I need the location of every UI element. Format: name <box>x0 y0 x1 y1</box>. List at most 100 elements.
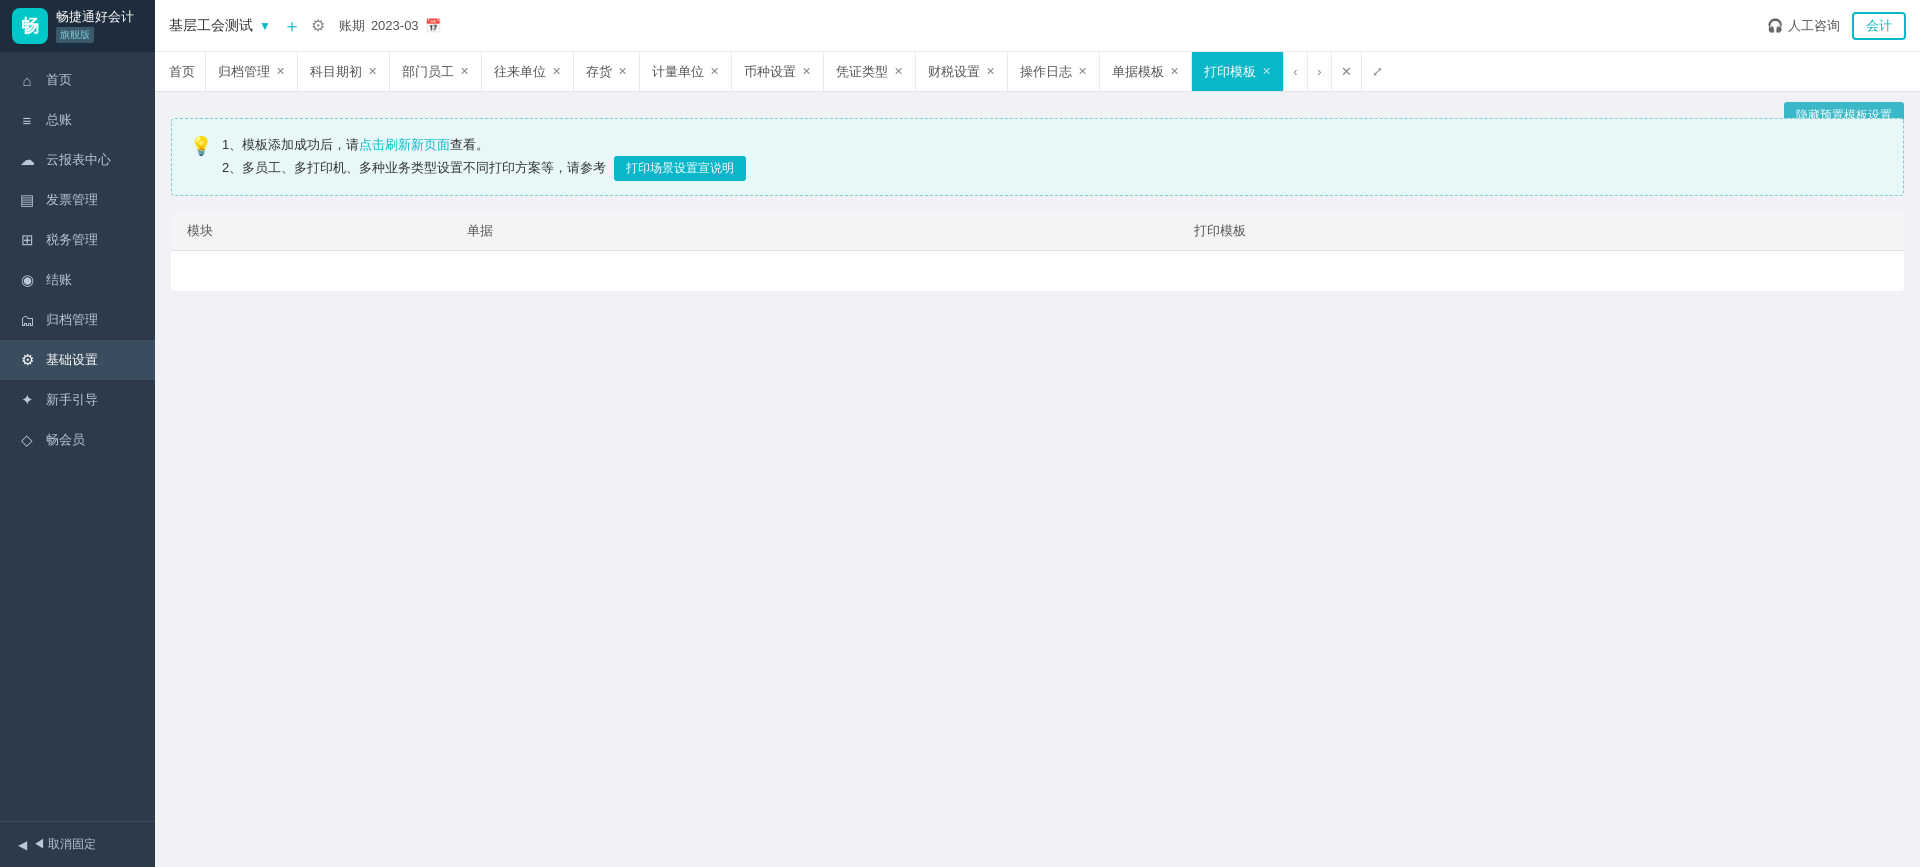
unpin-button[interactable]: ◀ ◀ 取消固定 <box>0 821 155 867</box>
info-text: 1、模板添加成功后，请点击刷新新页面查看。 2、多员工、多打印机、多种业务类型设… <box>222 133 746 181</box>
tab-vendor-label: 往来单位 <box>494 63 546 81</box>
sidebar-item-member[interactable]: ◇ 畅会员 <box>0 420 155 460</box>
member-icon: ◇ <box>18 431 36 449</box>
tab-inventory[interactable]: 存货 ✕ <box>574 52 640 92</box>
table-body <box>171 251 1904 291</box>
sidebar: 畅 畅捷通好会计 旗舰版 ⌂ 首页 ≡ 总账 ☁ 云报表中心 ▤ 发票管理 ⊞ … <box>0 0 155 867</box>
tab-tax-settings-close-icon[interactable]: ✕ <box>986 65 995 78</box>
main-area: 基层工会测试 ▼ ＋ ⚙ 账期 2023-03 📅 🎧 人工咨询 会计 首页 归… <box>155 0 1920 867</box>
tab-archive-mgmt[interactable]: 归档管理 ✕ <box>206 52 298 92</box>
tab-subject-period[interactable]: 科目期初 ✕ <box>298 52 390 92</box>
sidebar-item-guide[interactable]: ✦ 新手引导 <box>0 380 155 420</box>
tab-unit-label: 计量单位 <box>652 63 704 81</box>
period-area: 账期 2023-03 📅 <box>339 17 441 35</box>
home-icon: ⌂ <box>18 72 36 89</box>
tab-currency-close-icon[interactable]: ✕ <box>802 65 811 78</box>
service-button[interactable]: 🎧 人工咨询 <box>1767 17 1840 35</box>
company-chevron-icon: ▼ <box>259 19 271 33</box>
logo-badge: 旗舰版 <box>56 27 94 43</box>
topbar-settings-icon[interactable]: ⚙ <box>311 16 325 35</box>
sidebar-label-invoice: 发票管理 <box>46 191 98 209</box>
tab-inventory-close-icon[interactable]: ✕ <box>618 65 627 78</box>
sidebar-item-close[interactable]: ◉ 结账 <box>0 260 155 300</box>
tab-subject-period-close-icon[interactable]: ✕ <box>368 65 377 78</box>
sidebar-item-ledger[interactable]: ≡ 总账 <box>0 100 155 140</box>
tab-single-form[interactable]: 单据模板 ✕ <box>1100 52 1192 92</box>
tab-expand-button[interactable]: ⤢ <box>1362 52 1392 92</box>
logo-name: 畅捷通好会计 <box>56 9 134 26</box>
service-label: 人工咨询 <box>1788 17 1840 35</box>
close-accounts-icon: ◉ <box>18 271 36 289</box>
tab-print-template-close-icon[interactable]: ✕ <box>1262 65 1271 78</box>
logo-area: 畅 畅捷通好会计 旗舰版 <box>0 0 155 52</box>
info-line1: 1、模板添加成功后，请点击刷新新页面查看。 <box>222 133 746 156</box>
tab-vendor[interactable]: 往来单位 ✕ <box>482 52 574 92</box>
table-header-template: 打印模板 <box>1178 212 1905 250</box>
account-button[interactable]: 会计 <box>1852 12 1906 40</box>
sidebar-label-settings: 基础设置 <box>46 351 98 369</box>
calendar-icon[interactable]: 📅 <box>425 18 441 33</box>
period-label: 账期 <box>339 17 365 35</box>
tab-operation-log-label: 操作日志 <box>1020 63 1072 81</box>
tab-print-template-label: 打印模板 <box>1204 63 1256 81</box>
tab-dept-staff[interactable]: 部门员工 ✕ <box>390 52 482 92</box>
tab-voucher-type-label: 凭证类型 <box>836 63 888 81</box>
tax-icon: ⊞ <box>18 231 36 249</box>
tab-print-template[interactable]: 打印模板 ✕ <box>1192 52 1284 92</box>
settings-icon: ⚙ <box>18 351 36 369</box>
tab-vendor-close-icon[interactable]: ✕ <box>552 65 561 78</box>
tabbar: 首页 归档管理 ✕ 科目期初 ✕ 部门员工 ✕ 往来单位 ✕ 存货 ✕ 计量单位… <box>155 52 1920 92</box>
reports-icon: ☁ <box>18 151 36 169</box>
topbar: 基层工会测试 ▼ ＋ ⚙ 账期 2023-03 📅 🎧 人工咨询 会计 <box>155 0 1920 52</box>
info-refresh-link[interactable]: 点击刷新新页面 <box>359 137 450 152</box>
tab-single-form-close-icon[interactable]: ✕ <box>1170 65 1179 78</box>
tab-scroll-left-button[interactable]: ‹ <box>1284 52 1308 92</box>
unpin-label: ◀ 取消固定 <box>33 836 96 853</box>
add-tab-button[interactable]: ＋ <box>283 14 301 38</box>
tab-currency-label: 币种设置 <box>744 63 796 81</box>
tab-single-form-label: 单据模板 <box>1112 63 1164 81</box>
topbar-right: 🎧 人工咨询 会计 <box>1767 12 1906 40</box>
sidebar-label-member: 畅会员 <box>46 431 85 449</box>
tab-unit-close-icon[interactable]: ✕ <box>710 65 719 78</box>
tab-voucher-type[interactable]: 凭证类型 ✕ <box>824 52 916 92</box>
tab-archive-mgmt-label: 归档管理 <box>218 63 270 81</box>
sidebar-label-tax: 税务管理 <box>46 231 98 249</box>
sidebar-item-invoice[interactable]: ▤ 发票管理 <box>0 180 155 220</box>
tab-tax-settings-label: 财税设置 <box>928 63 980 81</box>
table-header: 模块 单据 打印模板 <box>171 212 1904 251</box>
tab-home-label: 首页 <box>169 63 195 81</box>
print-template-table: 模块 单据 打印模板 <box>171 212 1904 291</box>
tab-subject-period-label: 科目期初 <box>310 63 362 81</box>
tab-voucher-type-close-icon[interactable]: ✕ <box>894 65 903 78</box>
tab-archive-mgmt-close-icon[interactable]: ✕ <box>276 65 285 78</box>
sidebar-item-archive[interactable]: 🗂 归档管理 <box>0 300 155 340</box>
print-scene-button[interactable]: 打印场景设置宣说明 <box>614 156 746 181</box>
sidebar-label-ledger: 总账 <box>46 111 72 129</box>
tab-currency[interactable]: 币种设置 ✕ <box>732 52 824 92</box>
tab-dept-staff-close-icon[interactable]: ✕ <box>460 65 469 78</box>
period-value: 2023-03 <box>371 18 419 33</box>
tab-home[interactable]: 首页 <box>155 52 206 92</box>
sidebar-item-reports[interactable]: ☁ 云报表中心 <box>0 140 155 180</box>
company-selector[interactable]: 基层工会测试 ▼ <box>169 17 271 35</box>
company-name: 基层工会测试 <box>169 17 253 35</box>
chevron-right-icon: › <box>1317 64 1321 79</box>
tab-inventory-label: 存货 <box>586 63 612 81</box>
tab-operation-log-close-icon[interactable]: ✕ <box>1078 65 1087 78</box>
content-area: 隐藏预置模板设置 💡 1、模板添加成功后，请点击刷新新页面查看。 2、多员工、多… <box>155 92 1920 307</box>
headset-icon: 🎧 <box>1767 18 1783 33</box>
info-line2-prefix: 2、多员工、多打印机、多种业务类型设置不同打印方案等，请参考 <box>222 160 606 175</box>
sidebar-item-home[interactable]: ⌂ 首页 <box>0 60 155 100</box>
tab-tax-settings[interactable]: 财税设置 ✕ <box>916 52 1008 92</box>
tab-unit[interactable]: 计量单位 ✕ <box>640 52 732 92</box>
tab-operation-log[interactable]: 操作日志 ✕ <box>1008 52 1100 92</box>
unpin-icon: ◀ <box>18 838 27 852</box>
bulb-icon: 💡 <box>190 135 212 157</box>
tab-scroll-right-button[interactable]: › <box>1308 52 1332 92</box>
sidebar-item-settings[interactable]: ⚙ 基础设置 <box>0 340 155 380</box>
info-line2: 2、多员工、多打印机、多种业务类型设置不同打印方案等，请参考 打印场景设置宣说明 <box>222 156 746 181</box>
archive-icon: 🗂 <box>18 312 36 329</box>
sidebar-item-tax[interactable]: ⊞ 税务管理 <box>0 220 155 260</box>
tab-close-all-button[interactable]: ✕ <box>1332 52 1362 92</box>
